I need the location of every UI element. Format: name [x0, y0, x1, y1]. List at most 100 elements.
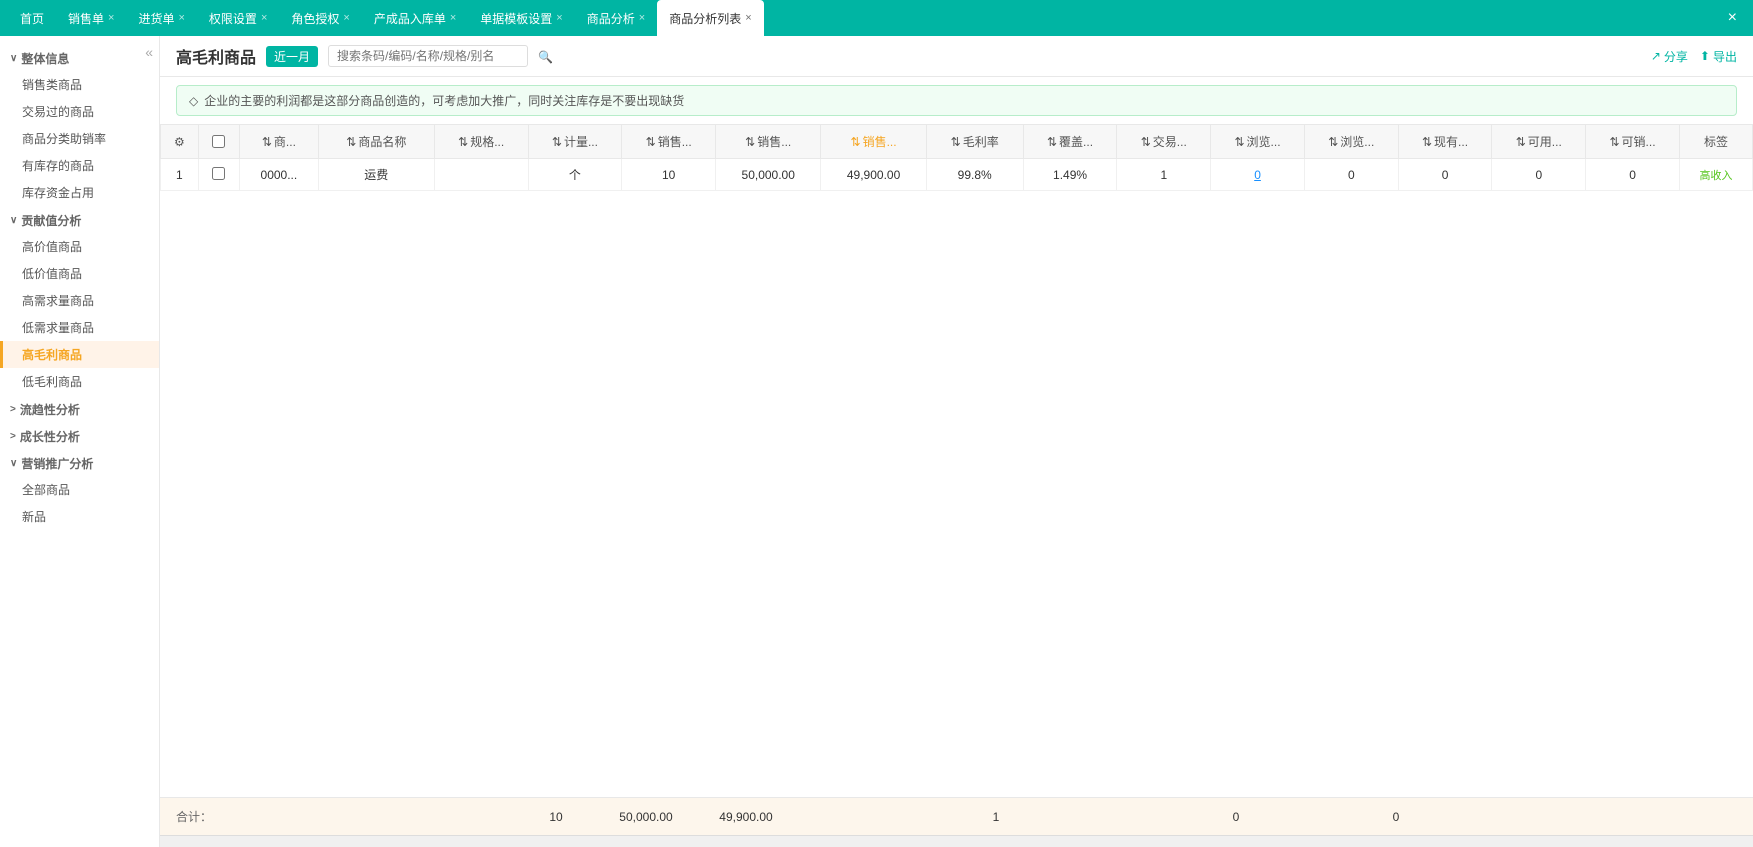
sidebar-item-new-goods[interactable]: 新品	[0, 503, 159, 530]
tag-label: 高收入	[1699, 170, 1732, 182]
close-analysis-tab[interactable]: ×	[639, 12, 645, 24]
cell-unit: 个	[528, 159, 622, 191]
sidebar-item-low-margin[interactable]: 低毛利商品	[0, 368, 159, 395]
sidebar-group-growth[interactable]: > 成长性分析	[0, 422, 159, 449]
cell-sales-profit: 49,900.00	[821, 159, 926, 191]
share-button[interactable]: ↗ 分享	[1651, 48, 1688, 65]
th-spec[interactable]: ⇅ 规格...	[434, 125, 528, 159]
header-actions: ↗ 分享 ⬆ 导出	[1651, 48, 1737, 65]
tab-roles[interactable]: 角色授权 ×	[279, 0, 361, 36]
browse1-link[interactable]: 0	[1254, 168, 1261, 182]
th-unit[interactable]: ⇅ 计量...	[528, 125, 622, 159]
close-purchase-tab[interactable]: ×	[178, 12, 184, 24]
table-header-row: ⚙ ⇅ 商... ⇅	[161, 125, 1753, 159]
footer-browse1-empty	[1036, 810, 1116, 824]
row-checkbox[interactable]	[212, 167, 225, 180]
close-template-tab[interactable]: ×	[556, 12, 562, 24]
bottom-scrollbar[interactable]	[160, 835, 1753, 847]
sidebar-item-high-margin[interactable]: 高毛利商品	[0, 341, 159, 368]
sidebar-item-low-demand[interactable]: 低需求量商品	[0, 314, 159, 341]
tab-template[interactable]: 单据模板设置 ×	[468, 0, 574, 36]
close-products-tab[interactable]: ×	[450, 12, 456, 24]
table-container[interactable]: ⚙ ⇅ 商... ⇅	[160, 124, 1753, 797]
export-button[interactable]: ⬆ 导出	[1700, 48, 1737, 65]
tab-permissions[interactable]: 权限设置 ×	[197, 0, 279, 36]
export-icon: ⬆	[1700, 49, 1710, 63]
sidebar-item-stock-capital[interactable]: 库存资金占用	[0, 179, 159, 206]
th-tag[interactable]: 标签	[1679, 125, 1752, 159]
sort-icon: ⇅	[262, 135, 272, 149]
tab-home[interactable]: 首页	[8, 0, 56, 36]
cell-browse1[interactable]: 0	[1211, 159, 1305, 191]
search-icon: 🔍	[538, 50, 553, 64]
cell-checkbox[interactable]	[198, 159, 239, 191]
th-checkbox[interactable]	[198, 125, 239, 159]
cell-saleable: 0	[1586, 159, 1680, 191]
th-browse1[interactable]: ⇅ 浏览...	[1211, 125, 1305, 159]
close-analysis-list-tab[interactable]: ×	[745, 12, 751, 24]
search-button[interactable]: 🔍	[538, 48, 553, 64]
th-settings[interactable]: ⚙	[161, 125, 199, 159]
sort-icon-b2: ⇅	[1328, 135, 1338, 149]
th-saleable[interactable]: ⇅ 可销...	[1586, 125, 1680, 159]
sort-icon-spec: ⇅	[458, 135, 468, 149]
sidebar-item-high-demand[interactable]: 高需求量商品	[0, 287, 159, 314]
sidebar-item-stocked-goods[interactable]: 有库存的商品	[0, 152, 159, 179]
th-browse2[interactable]: ⇅ 浏览...	[1304, 125, 1398, 159]
sort-icon-qty: ⇅	[646, 135, 656, 149]
sidebar-group-overall[interactable]: ∨ 整体信息	[0, 44, 159, 71]
sidebar-group-trend[interactable]: > 流趋性分析	[0, 395, 159, 422]
sort-icon-sale: ⇅	[1609, 135, 1619, 149]
select-all-checkbox[interactable]	[212, 135, 225, 148]
cell-name: 运费	[318, 159, 434, 191]
sidebar: « ∨ 整体信息 销售类商品 交易过的商品 商品分类助销率 有库存的商品 库存资…	[0, 36, 160, 847]
th-available[interactable]: ⇅ 可用...	[1492, 125, 1586, 159]
sidebar-collapse-button[interactable]: «	[145, 44, 153, 60]
tab-purchase[interactable]: 进货单 ×	[126, 0, 196, 36]
sidebar-group-marketing[interactable]: ∨ 营销推广分析	[0, 449, 159, 476]
cell-sales-qty: 10	[622, 159, 716, 191]
sidebar-item-sales-goods[interactable]: 销售类商品	[0, 71, 159, 98]
share-icon: ↗	[1651, 49, 1661, 63]
cell-seq: 1	[161, 159, 199, 191]
sidebar-item-traded-goods[interactable]: 交易过的商品	[0, 98, 159, 125]
search-input[interactable]	[328, 45, 528, 67]
th-sales-amount[interactable]: ⇅ 销售...	[716, 125, 821, 159]
th-margin-rate[interactable]: ⇅ 毛利率	[926, 125, 1023, 159]
cell-margin-rate: 99.8%	[926, 159, 1023, 191]
content-header: 高毛利商品 近一月 🔍 ↗ 分享 ⬆ 导出	[160, 36, 1753, 77]
th-current-stock[interactable]: ⇅ 现有...	[1398, 125, 1492, 159]
th-coverage[interactable]: ⇅ 覆盖...	[1023, 125, 1117, 159]
info-icon: ◇	[189, 94, 198, 108]
tab-products-in[interactable]: 产成品入库单 ×	[362, 0, 468, 36]
tab-sales[interactable]: 销售单 ×	[56, 0, 126, 36]
footer-current-stock: 0	[1196, 810, 1276, 824]
sidebar-item-goods-assist[interactable]: 商品分类助销率	[0, 125, 159, 152]
th-sales-qty[interactable]: ⇅ 销售...	[622, 125, 716, 159]
table-row: 1 0000... 运费 个 10 50,000.00 49,900.00 99…	[161, 159, 1753, 191]
sidebar-item-high-value[interactable]: 高价值商品	[0, 233, 159, 260]
close-roles-tab[interactable]: ×	[343, 12, 349, 24]
footer-sales-profit: 49,900.00	[696, 810, 796, 824]
footer-browse2-empty	[1116, 810, 1196, 824]
close-permissions-tab[interactable]: ×	[261, 12, 267, 24]
sidebar-group-wealth[interactable]: ∨ 贡献值分析	[0, 206, 159, 233]
sidebar-item-all-goods[interactable]: 全部商品	[0, 476, 159, 503]
tab-analysis-list[interactable]: 商品分析列表 ×	[657, 0, 763, 36]
period-button[interactable]: 近一月	[266, 46, 318, 67]
th-sales-profit[interactable]: ⇅ 销售...	[821, 125, 926, 159]
th-name[interactable]: ⇅ 商品名称	[318, 125, 434, 159]
cell-transactions: 1	[1117, 159, 1211, 191]
sort-icon-amount: ⇅	[745, 135, 755, 149]
tab-analysis[interactable]: 商品分析 ×	[575, 0, 657, 36]
group-trend-arrow: >	[10, 404, 16, 415]
sidebar-item-low-value[interactable]: 低价值商品	[0, 260, 159, 287]
footer-bar: 合计： 10 50,000.00 49,900.00 1 0 0	[160, 797, 1753, 835]
th-transactions[interactable]: ⇅ 交易...	[1117, 125, 1211, 159]
close-sales-tab[interactable]: ×	[108, 12, 114, 24]
sort-icon-trans: ⇅	[1141, 135, 1151, 149]
sort-icon-avail: ⇅	[1516, 135, 1526, 149]
th-code[interactable]: ⇅ 商...	[239, 125, 318, 159]
sort-icon-unit: ⇅	[552, 135, 562, 149]
window-close-button[interactable]: ×	[1720, 9, 1745, 27]
